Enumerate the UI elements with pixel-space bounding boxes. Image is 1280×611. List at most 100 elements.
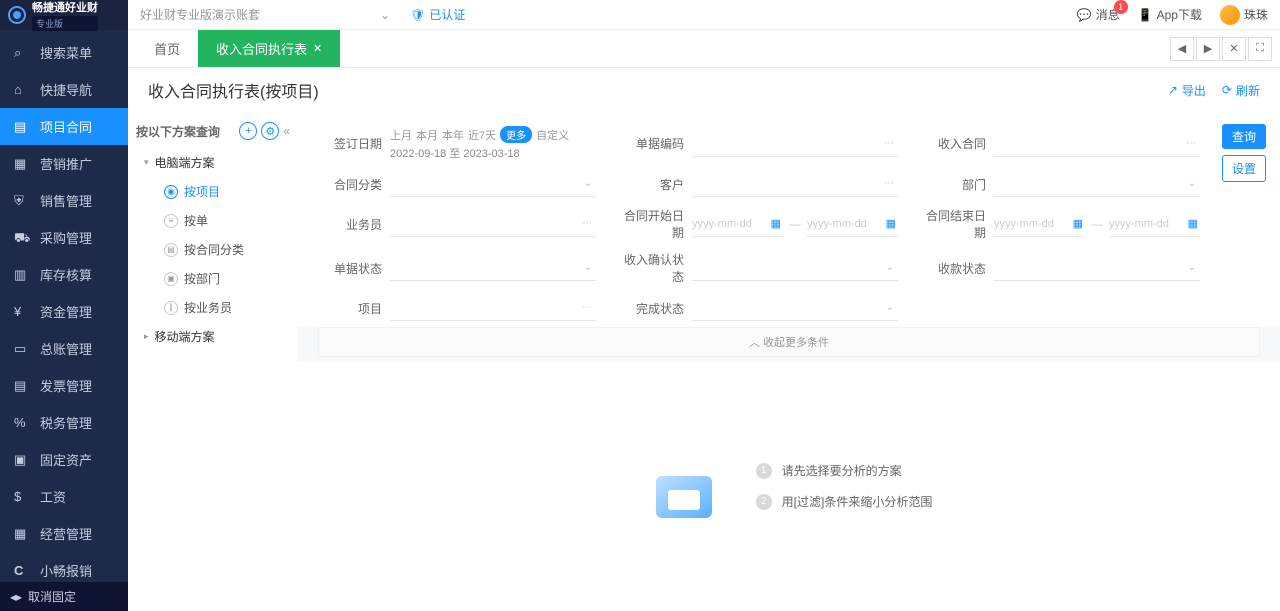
date-opt-more[interactable]: 更多 bbox=[500, 126, 532, 143]
contract-end-to[interactable]: yyyy-mm-dd▦ bbox=[1109, 211, 1200, 237]
income-confirm-select[interactable]: ⌄ bbox=[692, 255, 898, 281]
list-icon: ▤ bbox=[164, 243, 178, 257]
nav-quick-nav[interactable]: 快捷导航 bbox=[0, 71, 128, 108]
receipt-status-select[interactable]: ⌄ bbox=[994, 255, 1200, 281]
salesman-input[interactable]: ⋯ bbox=[390, 211, 596, 237]
account-selector[interactable]: 好业财专业版演示账套 ⌄ bbox=[140, 6, 390, 23]
nav-ledger[interactable]: 总账管理 bbox=[0, 330, 128, 367]
ellipsis-icon: ⋯ bbox=[884, 178, 894, 189]
user-menu[interactable]: 珠珠 bbox=[1220, 5, 1268, 25]
scheme-group-pc[interactable]: ▾ 电脑端方案 bbox=[136, 148, 290, 177]
project-label: 项目 bbox=[318, 300, 382, 317]
chevron-down-icon: ⌄ bbox=[1188, 262, 1196, 273]
calendar-icon: ▦ bbox=[1188, 217, 1198, 230]
calendar-icon: ▦ bbox=[1073, 217, 1083, 230]
doc-code-input[interactable]: ⋯ bbox=[692, 131, 898, 157]
nav-search-menu[interactable]: 搜索菜单 bbox=[0, 34, 128, 71]
doc-status-label: 单据状态 bbox=[318, 260, 382, 277]
nav-biz-manage[interactable]: 经营管理 bbox=[0, 515, 128, 552]
collapse-scheme-icon[interactable]: « bbox=[283, 124, 290, 138]
contract-start-from[interactable]: yyyy-mm-dd▦ bbox=[692, 211, 783, 237]
calendar-icon: ▦ bbox=[886, 217, 896, 230]
brand-name: 畅捷通好业财 bbox=[32, 0, 98, 15]
income-confirm-label: 收入确认状态 bbox=[620, 251, 684, 285]
empty-state: 1请先选择要分析的方案 2用[过滤]条件来缩小分析范围 bbox=[298, 361, 1280, 611]
scheme-header: 按以下方案查询 bbox=[136, 123, 235, 140]
nav-sales[interactable]: 销售管理 bbox=[0, 182, 128, 219]
salary-icon bbox=[14, 489, 30, 505]
scheme-by-salesman[interactable]: ⫿按业务员 bbox=[136, 293, 290, 322]
ellipsis-icon: ⋯ bbox=[582, 302, 592, 313]
unpin-button[interactable]: ◂▸ 取消固定 bbox=[0, 582, 128, 611]
collapse-filters-button[interactable]: ︿ 收起更多条件 bbox=[318, 327, 1260, 357]
nav-project-contract[interactable]: 项目合同 bbox=[0, 108, 128, 145]
chevron-down-icon: ⌄ bbox=[886, 302, 894, 313]
messages-button[interactable]: 💬 消息 1 bbox=[1077, 6, 1120, 23]
project-input[interactable]: ⋯ bbox=[390, 295, 596, 321]
contract-cat-select[interactable]: ⌄ bbox=[390, 171, 596, 197]
messages-badge: 1 bbox=[1114, 0, 1128, 14]
tab-home[interactable]: 首页 bbox=[136, 30, 198, 67]
tab-next-button[interactable]: ▶ bbox=[1196, 37, 1220, 61]
brand-edition: 专业版 bbox=[32, 16, 98, 31]
nav-salary[interactable]: 工资 bbox=[0, 478, 128, 515]
phone-icon: 📱 bbox=[1138, 8, 1153, 22]
ellipsis-icon: ⋯ bbox=[884, 138, 894, 149]
date-opt-custom[interactable]: 自定义 bbox=[536, 127, 569, 143]
date-sep: — bbox=[1091, 217, 1103, 231]
tab-prev-button[interactable]: ◀ bbox=[1170, 37, 1194, 61]
contract-start-to[interactable]: yyyy-mm-dd▦ bbox=[807, 211, 898, 237]
scheme-by-contract-cat[interactable]: ▤按合同分类 bbox=[136, 235, 290, 264]
chevron-down-icon: ⌄ bbox=[584, 178, 592, 189]
scheme-settings-button[interactable]: ⚙ bbox=[261, 122, 279, 140]
date-opt-last-month[interactable]: 上月 bbox=[390, 127, 412, 143]
date-opt-this-month[interactable]: 本月 bbox=[416, 127, 438, 143]
date-opt-this-year[interactable]: 本年 bbox=[442, 127, 464, 143]
tab-income-contract-exec[interactable]: 收入合同执行表 ✕ bbox=[198, 30, 340, 67]
nav-marketing[interactable]: 营销推广 bbox=[0, 145, 128, 182]
ellipsis-icon: ⋯ bbox=[582, 218, 592, 229]
sales-icon bbox=[14, 193, 30, 209]
step-1-text: 请先选择要分析的方案 bbox=[782, 462, 902, 479]
complete-status-select[interactable]: ⌄ bbox=[692, 295, 898, 321]
fund-icon bbox=[14, 304, 30, 320]
tab-close-all-button[interactable]: ✕ bbox=[1222, 37, 1246, 61]
nav-tax[interactable]: 税务管理 bbox=[0, 404, 128, 441]
nav-fund[interactable]: 资金管理 bbox=[0, 293, 128, 330]
close-icon[interactable]: ✕ bbox=[313, 42, 322, 55]
nav-purchase[interactable]: 采购管理 bbox=[0, 219, 128, 256]
customer-label: 客户 bbox=[620, 176, 684, 193]
customer-input[interactable]: ⋯ bbox=[692, 171, 898, 197]
chevron-down-icon: ⌄ bbox=[1188, 178, 1196, 189]
settings-button[interactable]: 设置 bbox=[1222, 155, 1266, 182]
query-button[interactable]: 查询 bbox=[1222, 124, 1266, 149]
scheme-by-project[interactable]: ◉按项目 bbox=[136, 177, 290, 206]
doc-status-select[interactable]: ⌄ bbox=[390, 255, 596, 281]
app-download-button[interactable]: 📱 App下载 bbox=[1138, 6, 1202, 23]
date-opt-7days[interactable]: 近7天 bbox=[468, 127, 496, 143]
add-scheme-button[interactable]: + bbox=[239, 122, 257, 140]
biz-icon bbox=[14, 526, 30, 542]
contract-end-from[interactable]: yyyy-mm-dd▦ bbox=[994, 211, 1085, 237]
ledger-icon bbox=[14, 341, 30, 357]
date-sep: — bbox=[789, 217, 801, 231]
income-contract-input[interactable]: ⋯ bbox=[994, 131, 1200, 157]
refresh-button[interactable]: ⟳刷新 bbox=[1222, 82, 1260, 99]
tab-bar: 首页 收入合同执行表 ✕ ◀ ▶ ✕ ⛶ bbox=[128, 30, 1280, 68]
scheme-by-dept[interactable]: ▣按部门 bbox=[136, 264, 290, 293]
dept-select[interactable]: ⌄ bbox=[994, 171, 1200, 197]
nav-expense[interactable]: 小畅报销 bbox=[0, 552, 128, 582]
nav-list: 搜索菜单 快捷导航 项目合同 营销推广 销售管理 采购管理 库存核算 资金管理 … bbox=[0, 30, 128, 582]
nav-inventory[interactable]: 库存核算 bbox=[0, 256, 128, 293]
scheme-by-doc[interactable]: ≡按单 bbox=[136, 206, 290, 235]
nav-invoice[interactable]: 发票管理 bbox=[0, 367, 128, 404]
scheme-group-mobile[interactable]: ▸ 移动端方案 bbox=[136, 322, 290, 351]
step-2-num: 2 bbox=[756, 494, 772, 510]
export-button[interactable]: ↗导出 bbox=[1168, 82, 1206, 99]
brand-logo-icon bbox=[8, 6, 26, 24]
nav-asset[interactable]: 固定资产 bbox=[0, 441, 128, 478]
dept-icon: ▣ bbox=[164, 272, 178, 286]
fullscreen-button[interactable]: ⛶ bbox=[1248, 37, 1272, 61]
chart-icon: ⫿ bbox=[164, 301, 178, 315]
ellipsis-icon: ⋯ bbox=[1186, 138, 1196, 149]
